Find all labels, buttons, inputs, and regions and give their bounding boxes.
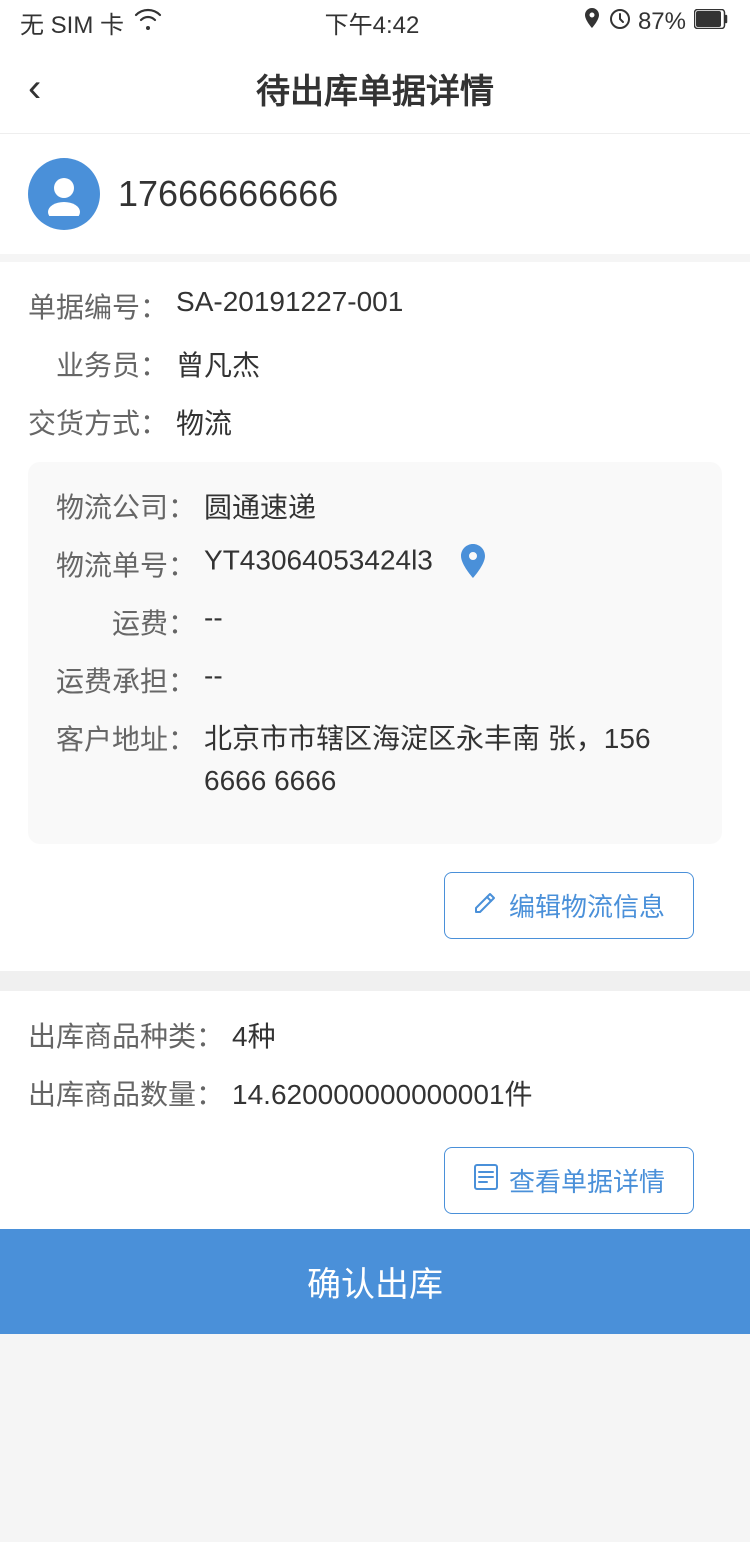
logistics-company-label: 物流公司： (56, 486, 196, 526)
freight-bearer-row: 运费承担： -- (28, 660, 722, 700)
freight-label: 运费： (56, 602, 196, 642)
freight-row: 运费： -- (28, 602, 722, 642)
confirm-button[interactable]: 确认出库 (0, 1229, 750, 1334)
goods-quantity-row: 出库商品数量： 14.620000000000001件 (28, 1073, 722, 1113)
customer-phone: 17666666666 (118, 173, 338, 215)
sales-rep-label: 业务员： (28, 344, 168, 384)
logistics-company-value: 圆通速递 (204, 486, 694, 526)
section-divider-1 (0, 971, 750, 991)
order-number-label: 单据编号： (28, 286, 168, 326)
tracking-number-value: YT43064053424l3 (204, 544, 694, 580)
nav-bar: ‹ 待出库单据详情 (0, 44, 750, 134)
delivery-method-row: 交货方式： 物流 (28, 402, 722, 442)
tracking-number-row: 物流单号： YT43064053424l3 (28, 544, 722, 584)
goods-types-row: 出库商品种类： 4种 (28, 1015, 722, 1055)
battery-text: 87% (638, 8, 686, 36)
basic-info-section: 单据编号： SA-20191227-001 业务员： 曾凡杰 交货方式： 物流 … (0, 262, 750, 971)
delivery-method-label: 交货方式： (28, 402, 168, 442)
dashed-divider (0, 254, 750, 262)
address-value: 北京市市辖区海淀区永丰南 张，156 6666 6666 (204, 718, 694, 802)
status-left: 无 SIM 卡 (20, 5, 162, 40)
view-detail-label: 查看单据详情 (509, 1162, 665, 1199)
freight-bearer-label: 运费承担： (56, 660, 196, 700)
confirm-button-label: 确认出库 (307, 1266, 443, 1304)
status-right: 87% (582, 8, 730, 37)
tracking-number-label: 物流单号： (56, 544, 196, 584)
address-row: 客户地址： 北京市市辖区海淀区永丰南 张，156 6666 6666 (28, 718, 722, 802)
goods-quantity-label: 出库商品数量： (28, 1073, 224, 1113)
freight-bearer-value: -- (204, 660, 694, 692)
back-button[interactable]: ‹ (28, 66, 41, 111)
document-icon (473, 1163, 499, 1198)
edit-logistics-button[interactable]: 编辑物流信息 (444, 872, 694, 939)
sales-rep-row: 业务员： 曾凡杰 (28, 344, 722, 384)
customer-section: 17666666666 (0, 134, 750, 254)
goods-quantity-value: 14.620000000000001件 (232, 1073, 722, 1113)
goods-types-value: 4种 (232, 1015, 722, 1055)
clock-icon (610, 8, 630, 36)
customer-avatar (28, 158, 100, 230)
order-number-value: SA-20191227-001 (176, 286, 722, 318)
goods-types-label: 出库商品种类： (28, 1015, 224, 1055)
sales-rep-value: 曾凡杰 (176, 344, 722, 384)
address-label: 客户地址： (56, 718, 196, 758)
delivery-method-value: 物流 (176, 402, 722, 442)
page-title: 待出库单据详情 (256, 64, 494, 113)
goods-section: 出库商品种类： 4种 出库商品数量： 14.620000000000001件 查… (0, 991, 750, 1242)
map-location-icon[interactable] (457, 544, 489, 580)
battery-icon (694, 8, 730, 36)
order-number-row: 单据编号： SA-20191227-001 (28, 286, 722, 326)
status-bar: 无 SIM 卡 下午4:42 87% (0, 0, 750, 44)
edit-logistics-label: 编辑物流信息 (509, 887, 665, 924)
wifi-icon (134, 8, 162, 37)
location-icon (582, 8, 602, 37)
edit-logistics-wrapper: 编辑物流信息 (28, 852, 722, 943)
time-display: 下午4:42 (325, 5, 420, 40)
view-detail-wrapper: 查看单据详情 (28, 1131, 722, 1218)
view-detail-button[interactable]: 查看单据详情 (444, 1147, 694, 1214)
freight-value: -- (204, 602, 694, 634)
logistics-card: 物流公司： 圆通速递 物流单号： YT43064053424l3 运费： -- (28, 462, 722, 844)
carrier-text: 无 SIM 卡 (20, 5, 124, 40)
logistics-company-row: 物流公司： 圆通速递 (28, 486, 722, 526)
edit-icon (473, 889, 499, 922)
